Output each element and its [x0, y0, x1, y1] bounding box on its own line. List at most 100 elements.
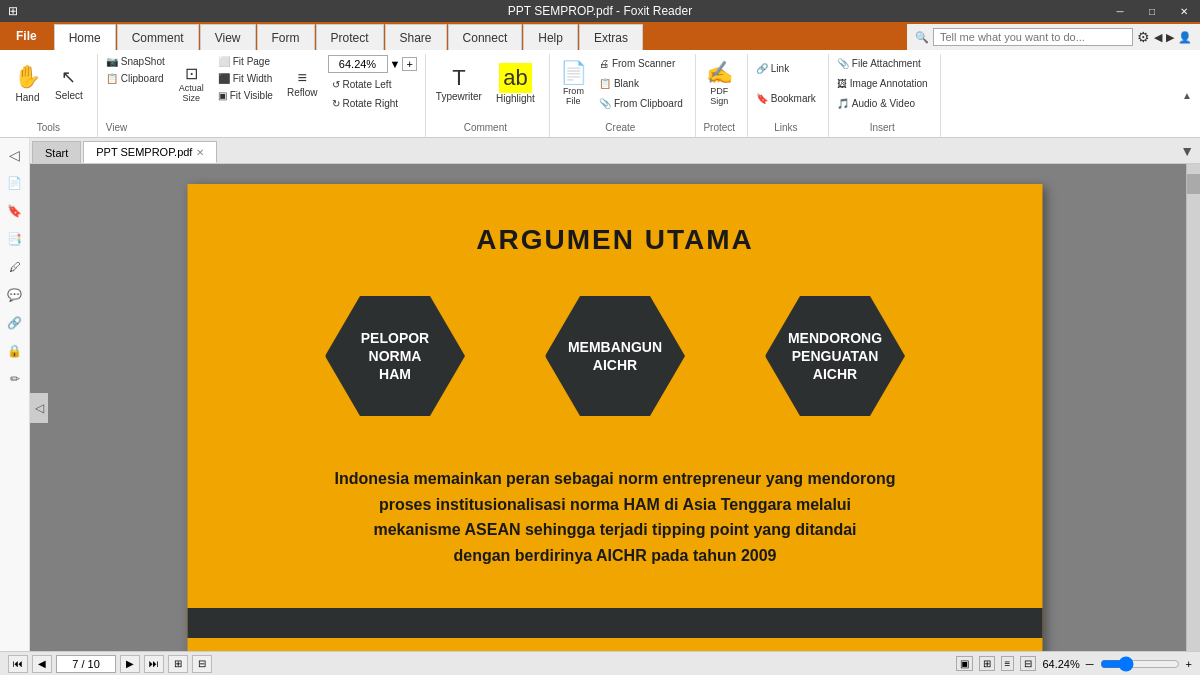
- tab-help[interactable]: Help: [523, 24, 578, 50]
- fit-width-button[interactable]: ⬛ Fit Width: [214, 71, 277, 86]
- from-clipboard-label: From Clipboard: [614, 98, 683, 109]
- nav-first-button[interactable]: ⏮: [8, 655, 28, 673]
- page-layout-icon-2[interactable]: ⊞: [979, 656, 995, 671]
- file-tab[interactable]: File: [0, 22, 53, 50]
- rotate-right-button[interactable]: ↻ Rotate Right: [328, 96, 417, 111]
- tab-form[interactable]: Form: [257, 24, 315, 50]
- maximize-button[interactable]: □: [1136, 0, 1168, 22]
- from-scanner-button[interactable]: 🖨 From Scanner: [595, 56, 687, 71]
- zoom-out-icon[interactable]: ─: [1086, 658, 1094, 670]
- tab-home[interactable]: Home: [54, 24, 116, 50]
- tab-share[interactable]: Share: [385, 24, 447, 50]
- search-input[interactable]: [933, 28, 1133, 46]
- zoom-slider[interactable]: [1100, 656, 1180, 672]
- file-attachment-button[interactable]: 📎 File Attachment: [833, 56, 932, 71]
- file-attachment-label: File Attachment: [852, 58, 921, 69]
- zoom-value-label: 64.24%: [1042, 658, 1079, 670]
- bookmark-button[interactable]: 🔖 Bookmark: [752, 91, 820, 106]
- sidebar-lock-icon[interactable]: 🔒: [2, 338, 28, 364]
- protect-group-label: Protect: [700, 120, 739, 133]
- typewriter-button[interactable]: T Typewriter: [430, 54, 488, 112]
- select-button[interactable]: ↖ Select: [49, 54, 89, 112]
- from-file-button[interactable]: 📄 FromFile: [554, 54, 593, 112]
- sidebar-pen-icon[interactable]: 🖊: [2, 254, 28, 280]
- zoom-dropdown-icon[interactable]: ▼: [390, 58, 401, 70]
- scroll-thumb[interactable]: [1187, 174, 1200, 194]
- protect-group: ✍ PDFSign Protect: [696, 54, 748, 137]
- hexagon-2: MEMBANGUNAICHR: [545, 296, 685, 416]
- from-clipboard-button[interactable]: 📎 From Clipboard: [595, 96, 687, 111]
- sidebar-comments-icon[interactable]: 💬: [2, 282, 28, 308]
- rotate-left-button[interactable]: ↺ Rotate Left: [328, 77, 417, 92]
- user-icon[interactable]: 👤: [1178, 31, 1192, 44]
- tab-close-icon[interactable]: ✕: [196, 147, 204, 158]
- tab-protect[interactable]: Protect: [316, 24, 384, 50]
- tab-comment[interactable]: Comment: [117, 24, 199, 50]
- nav-extra-button[interactable]: ⊞: [168, 655, 188, 673]
- bookmark-icon: 🔖: [756, 93, 768, 104]
- clipboard-button[interactable]: 📋 Clipboard: [102, 71, 169, 86]
- clipboard-label: Clipboard: [121, 73, 164, 84]
- highlight-button[interactable]: ab Highlight: [490, 54, 541, 112]
- snapshot-label: SnapShot: [121, 56, 165, 67]
- nav-extra2-button[interactable]: ⊟: [192, 655, 212, 673]
- snapshot-button[interactable]: 📷 SnapShot: [102, 54, 169, 69]
- tab-connect[interactable]: Connect: [448, 24, 523, 50]
- file-attachment-icon: 📎: [837, 58, 849, 69]
- zoom-in-status-icon[interactable]: +: [1186, 658, 1192, 670]
- sidebar-bookmarks-icon[interactable]: 🔖: [2, 198, 28, 224]
- sidebar-nav-icon[interactable]: ◁: [2, 142, 28, 168]
- ribbon-scroll-right[interactable]: ▲: [1182, 54, 1196, 137]
- tab-document[interactable]: PPT SEMPROP.pdf ✕: [83, 141, 217, 163]
- from-file-label: FromFile: [563, 86, 584, 106]
- pdf-sign-button[interactable]: ✍ PDFSign: [700, 54, 739, 112]
- nav-prev-button[interactable]: ◀: [32, 655, 52, 673]
- tab-document-label: PPT SEMPROP.pdf: [96, 146, 192, 158]
- audio-video-icon: 🎵: [837, 98, 849, 109]
- audio-video-button[interactable]: 🎵 Audio & Video: [833, 96, 932, 111]
- sidebar-link-icon[interactable]: 🔗: [2, 310, 28, 336]
- typewriter-label: Typewriter: [436, 91, 482, 102]
- blank-button[interactable]: 📋 Blank: [595, 76, 687, 91]
- image-annotation-button[interactable]: 🖼 Image Annotation: [833, 76, 932, 91]
- page-nav-left[interactable]: ◁: [30, 393, 48, 423]
- fit-page-button[interactable]: ⬜ Fit Page: [214, 54, 277, 69]
- fit-visible-button[interactable]: ▣ Fit Visible: [214, 88, 277, 103]
- links-group: 🔗 Link 🔖 Bookmark Links: [748, 54, 829, 137]
- actual-size-button[interactable]: ⊡ ActualSize: [173, 54, 210, 112]
- reflow-button[interactable]: ≡ Reflow: [281, 54, 324, 112]
- sidebar-layers-icon[interactable]: 📑: [2, 226, 28, 252]
- links-sub: 🔗 Link 🔖 Bookmark: [752, 54, 820, 112]
- hand-button[interactable]: ✋ Hand: [8, 54, 47, 112]
- link-button[interactable]: 🔗 Link: [752, 61, 820, 76]
- page-layout-icon-4[interactable]: ⊟: [1020, 656, 1036, 671]
- comment-group-label: Comment: [430, 120, 541, 133]
- settings-icon[interactable]: ⚙: [1137, 29, 1150, 45]
- page-input[interactable]: [56, 655, 116, 673]
- from-scanner-icon: 🖨: [599, 58, 609, 69]
- page-layout-icon-1[interactable]: ▣: [956, 656, 973, 671]
- zoom-input[interactable]: [328, 55, 388, 73]
- view-group-label: View: [102, 120, 417, 133]
- nav-last-button[interactable]: ⏭: [144, 655, 164, 673]
- page-layout-icon-3[interactable]: ≡: [1001, 656, 1015, 671]
- tab-extras[interactable]: Extras: [579, 24, 643, 50]
- vertical-scrollbar[interactable]: [1186, 164, 1200, 651]
- zoom-in-icon[interactable]: +: [402, 57, 416, 71]
- hexagon-1: PELOPORNORMAHAM: [325, 296, 465, 416]
- view-sub2: ⬜ Fit Page ⬛ Fit Width ▣ Fit Visible: [214, 54, 277, 103]
- tab-overflow-button[interactable]: ▼: [1174, 141, 1200, 161]
- nav-back-icon[interactable]: ◀: [1154, 31, 1162, 44]
- minimize-button[interactable]: ─: [1104, 0, 1136, 22]
- nav-next-button[interactable]: ▶: [120, 655, 140, 673]
- sidebar-pages-icon[interactable]: 📄: [2, 170, 28, 196]
- nav-forward-icon[interactable]: ▶: [1166, 31, 1174, 44]
- tab-start[interactable]: Start: [32, 141, 81, 163]
- tab-view[interactable]: View: [200, 24, 256, 50]
- page-description: Indonesia memainkan peran sebagai norm e…: [265, 466, 965, 568]
- sidebar-edit-icon[interactable]: ✏: [2, 366, 28, 392]
- links-group-label: Links: [752, 120, 820, 133]
- view-content: 📷 SnapShot 📋 Clipboard ⊡ ActualSize ⬜ Fi…: [102, 54, 417, 120]
- close-button[interactable]: ✕: [1168, 0, 1200, 22]
- fit-visible-label: Fit Visible: [230, 90, 273, 101]
